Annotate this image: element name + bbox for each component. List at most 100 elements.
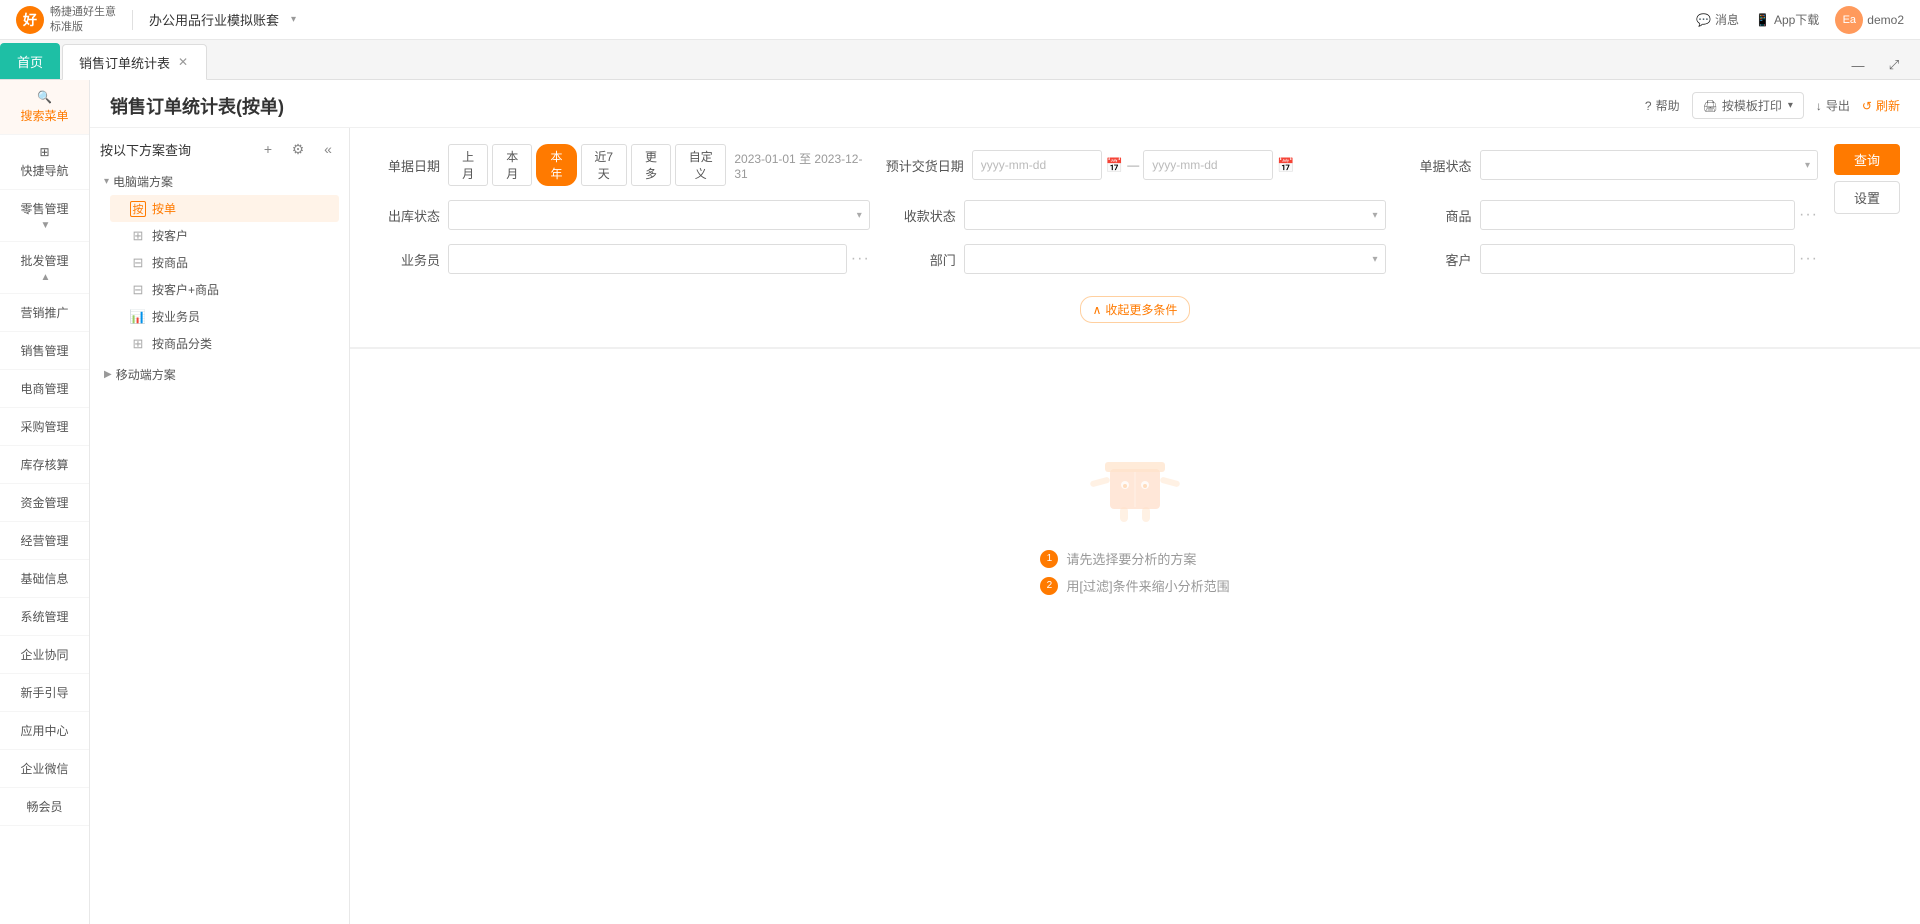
group-expand-icon: ▾ bbox=[104, 176, 109, 187]
settings-btn[interactable]: 设置 bbox=[1834, 181, 1900, 214]
empty-illustration bbox=[1085, 429, 1185, 529]
cal-icon-start: 📅 bbox=[1106, 157, 1123, 174]
sidebar-item-ecommerce[interactable]: 电商管理 bbox=[0, 370, 89, 408]
date-separator: — bbox=[1127, 158, 1139, 172]
customer-input[interactable] bbox=[1480, 244, 1795, 274]
date-btn-7days[interactable]: 近7天 bbox=[581, 144, 627, 186]
expected-date-label: 预计交货日期 bbox=[886, 156, 964, 175]
tab-close-icon[interactable]: ✕ bbox=[176, 55, 190, 69]
sidebar-item-basic-info[interactable]: 基础信息 bbox=[0, 560, 89, 598]
collapse-panel-btn[interactable]: « bbox=[317, 138, 339, 160]
sidebar-item-retail[interactable]: 零售管理 ▼ bbox=[0, 190, 89, 242]
date-btn-more[interactable]: 更多 bbox=[631, 144, 671, 186]
sidebar-item-search[interactable]: 🔍 搜索菜单 bbox=[0, 80, 89, 135]
order-status-select-wrapper: ▾ bbox=[1480, 150, 1818, 180]
sidebar-item-system[interactable]: 系统管理 bbox=[0, 598, 89, 636]
print-dropdown-icon: ▾ bbox=[1788, 100, 1793, 111]
scheme-item-by-salesperson[interactable]: 📊 按业务员 bbox=[110, 303, 339, 330]
sidebar-item-management[interactable]: 经营管理 bbox=[0, 522, 89, 560]
collapse-btn[interactable]: ∧ 收起更多条件 bbox=[1080, 296, 1191, 323]
payment-status-label: 收款状态 bbox=[886, 206, 956, 225]
scheme-group-mobile-title[interactable]: ▶ 移动端方案 bbox=[100, 361, 339, 388]
sidebar-item-finance[interactable]: 资金管理 bbox=[0, 484, 89, 522]
scheme-item-by-goods-category[interactable]: ⊞ 按商品分类 bbox=[110, 330, 339, 357]
app-name: 办公用品行业模拟账套 bbox=[149, 10, 279, 29]
tab-actions: — ⤢ bbox=[1844, 51, 1920, 79]
tab-home[interactable]: 首页 bbox=[0, 43, 60, 79]
query-btn[interactable]: 查询 bbox=[1834, 144, 1900, 175]
sidebar-item-member[interactable]: 畅会员 bbox=[0, 788, 89, 826]
goods-input[interactable] bbox=[1480, 200, 1795, 230]
date-btn-custom[interactable]: 自定义 bbox=[675, 144, 726, 186]
sidebar-item-wholesale[interactable]: 批发管理 ▲ bbox=[0, 242, 89, 294]
date-btn-this-year[interactable]: 本年 bbox=[536, 144, 576, 186]
date-btn-this-month[interactable]: 本月 bbox=[492, 144, 532, 186]
export-btn[interactable]: ↓ 导出 bbox=[1816, 97, 1850, 114]
search-icon: 🔍 bbox=[37, 90, 52, 104]
help-icon: ? bbox=[1645, 99, 1652, 113]
topbar-left: 好 畅捷通好生意 标准版 办公用品行业模拟账套 ▾ bbox=[16, 5, 296, 34]
scheme-item-customer-goods-icon: ⊟ bbox=[130, 282, 146, 298]
left-scheme-panel: 按以下方案查询 + ⚙ « ▾ 电脑端方案 bbox=[90, 128, 350, 924]
print-btn[interactable]: 🖨 按模板打印 ▾ bbox=[1692, 92, 1804, 119]
sidebar-item-newbie[interactable]: 新手引导 bbox=[0, 674, 89, 712]
sidebar: 🔍 搜索菜单 ⊞ 快捷导航 零售管理 ▼ 批发管理 ▲ 营销推广 销售管理 电商… bbox=[0, 80, 90, 924]
settings-scheme-btn[interactable]: ⚙ bbox=[287, 138, 309, 160]
empty-tip-1: 1 请先选择要分析的方案 bbox=[1040, 549, 1229, 568]
sidebar-item-enterprise[interactable]: 企业协同 bbox=[0, 636, 89, 674]
group-mobile-expand-icon: ▶ bbox=[104, 369, 112, 380]
export-icon: ↓ bbox=[1816, 99, 1822, 113]
left-panel-tools: + ⚙ « bbox=[257, 138, 339, 160]
scheme-item-by-goods[interactable]: ⊟ 按商品 bbox=[110, 249, 339, 276]
sidebar-item-wechat[interactable]: 企业微信 bbox=[0, 750, 89, 788]
shipment-status-select[interactable] bbox=[448, 200, 870, 230]
tab-sales-label: 销售订单统计表 bbox=[79, 53, 170, 72]
order-status-select[interactable] bbox=[1480, 150, 1818, 180]
order-status-label: 单据状态 bbox=[1402, 156, 1472, 175]
shipment-status-label: 出库状态 bbox=[370, 206, 440, 225]
help-btn[interactable]: ? 帮助 bbox=[1645, 97, 1680, 114]
minimize-icon[interactable]: — bbox=[1844, 51, 1872, 79]
content-area: 销售订单统计表(按单) ? 帮助 🖨 按模板打印 ▾ ↓ 导出 ↺ 刷新 bbox=[90, 80, 1920, 924]
maximize-icon[interactable]: ⤢ bbox=[1880, 51, 1908, 79]
goods-more-icon[interactable]: ··· bbox=[1799, 206, 1818, 224]
date-btn-last-month[interactable]: 上月 bbox=[448, 144, 488, 186]
payment-status-select[interactable] bbox=[964, 200, 1386, 230]
salesperson-more-icon[interactable]: ··· bbox=[851, 250, 870, 268]
left-panel-header: 按以下方案查询 + ⚙ « bbox=[100, 138, 339, 160]
refresh-btn[interactable]: ↺ 刷新 bbox=[1862, 97, 1900, 114]
salesperson-input[interactable] bbox=[448, 244, 847, 274]
tab-sales-order-stats[interactable]: 销售订单统计表 ✕ bbox=[62, 44, 207, 80]
department-select[interactable] bbox=[964, 244, 1386, 274]
user-profile[interactable]: Ea demo2 bbox=[1835, 6, 1904, 34]
sidebar-item-app-center[interactable]: 应用中心 bbox=[0, 712, 89, 750]
message-icon: 💬 bbox=[1696, 13, 1711, 27]
sidebar-item-inventory[interactable]: 库存核算 bbox=[0, 446, 89, 484]
sidebar-item-sales[interactable]: 销售管理 bbox=[0, 332, 89, 370]
department-wrapper: ▾ bbox=[964, 244, 1386, 274]
divider bbox=[132, 10, 133, 30]
scheme-item-icon: 按 bbox=[130, 201, 146, 217]
expected-date-start-input[interactable] bbox=[972, 150, 1102, 180]
customer-more-icon[interactable]: ··· bbox=[1799, 250, 1818, 268]
print-icon: 🖨 bbox=[1703, 99, 1718, 113]
sidebar-item-purchase[interactable]: 采购管理 bbox=[0, 408, 89, 446]
sidebar-item-marketing[interactable]: 营销推广 bbox=[0, 294, 89, 332]
scheme-item-by-order[interactable]: 按 按单 bbox=[110, 195, 339, 222]
message-btn[interactable]: 💬 消息 bbox=[1696, 11, 1739, 28]
page-header: 销售订单统计表(按单) ? 帮助 🖨 按模板打印 ▾ ↓ 导出 ↺ 刷新 bbox=[90, 80, 1920, 128]
scheme-group-desktop: ▾ 电脑端方案 按 按单 ⊞ 按客户 bbox=[100, 168, 339, 357]
tab-home-label: 首页 bbox=[17, 52, 43, 71]
topbar-right: 💬 消息 📱 App下载 Ea demo2 bbox=[1696, 6, 1904, 34]
expected-date-end-input[interactable] bbox=[1143, 150, 1273, 180]
date-label: 单据日期 bbox=[370, 156, 440, 175]
sidebar-item-quick-nav[interactable]: ⊞ 快捷导航 bbox=[0, 135, 89, 190]
add-scheme-btn[interactable]: + bbox=[257, 138, 279, 160]
topbar: 好 畅捷通好生意 标准版 办公用品行业模拟账套 ▾ 💬 消息 📱 App下载 E… bbox=[0, 0, 1920, 40]
scheme-group-desktop-title[interactable]: ▾ 电脑端方案 bbox=[100, 168, 339, 195]
scheme-item-by-customer-goods[interactable]: ⊟ 按客户+商品 bbox=[110, 276, 339, 303]
scheme-items-desktop: 按 按单 ⊞ 按客户 ⊟ 按商品 bbox=[110, 195, 339, 357]
scheme-item-by-customer[interactable]: ⊞ 按客户 bbox=[110, 222, 339, 249]
app-download-btn[interactable]: 📱 App下载 bbox=[1755, 11, 1819, 28]
app-dropdown-icon[interactable]: ▾ bbox=[291, 14, 296, 25]
